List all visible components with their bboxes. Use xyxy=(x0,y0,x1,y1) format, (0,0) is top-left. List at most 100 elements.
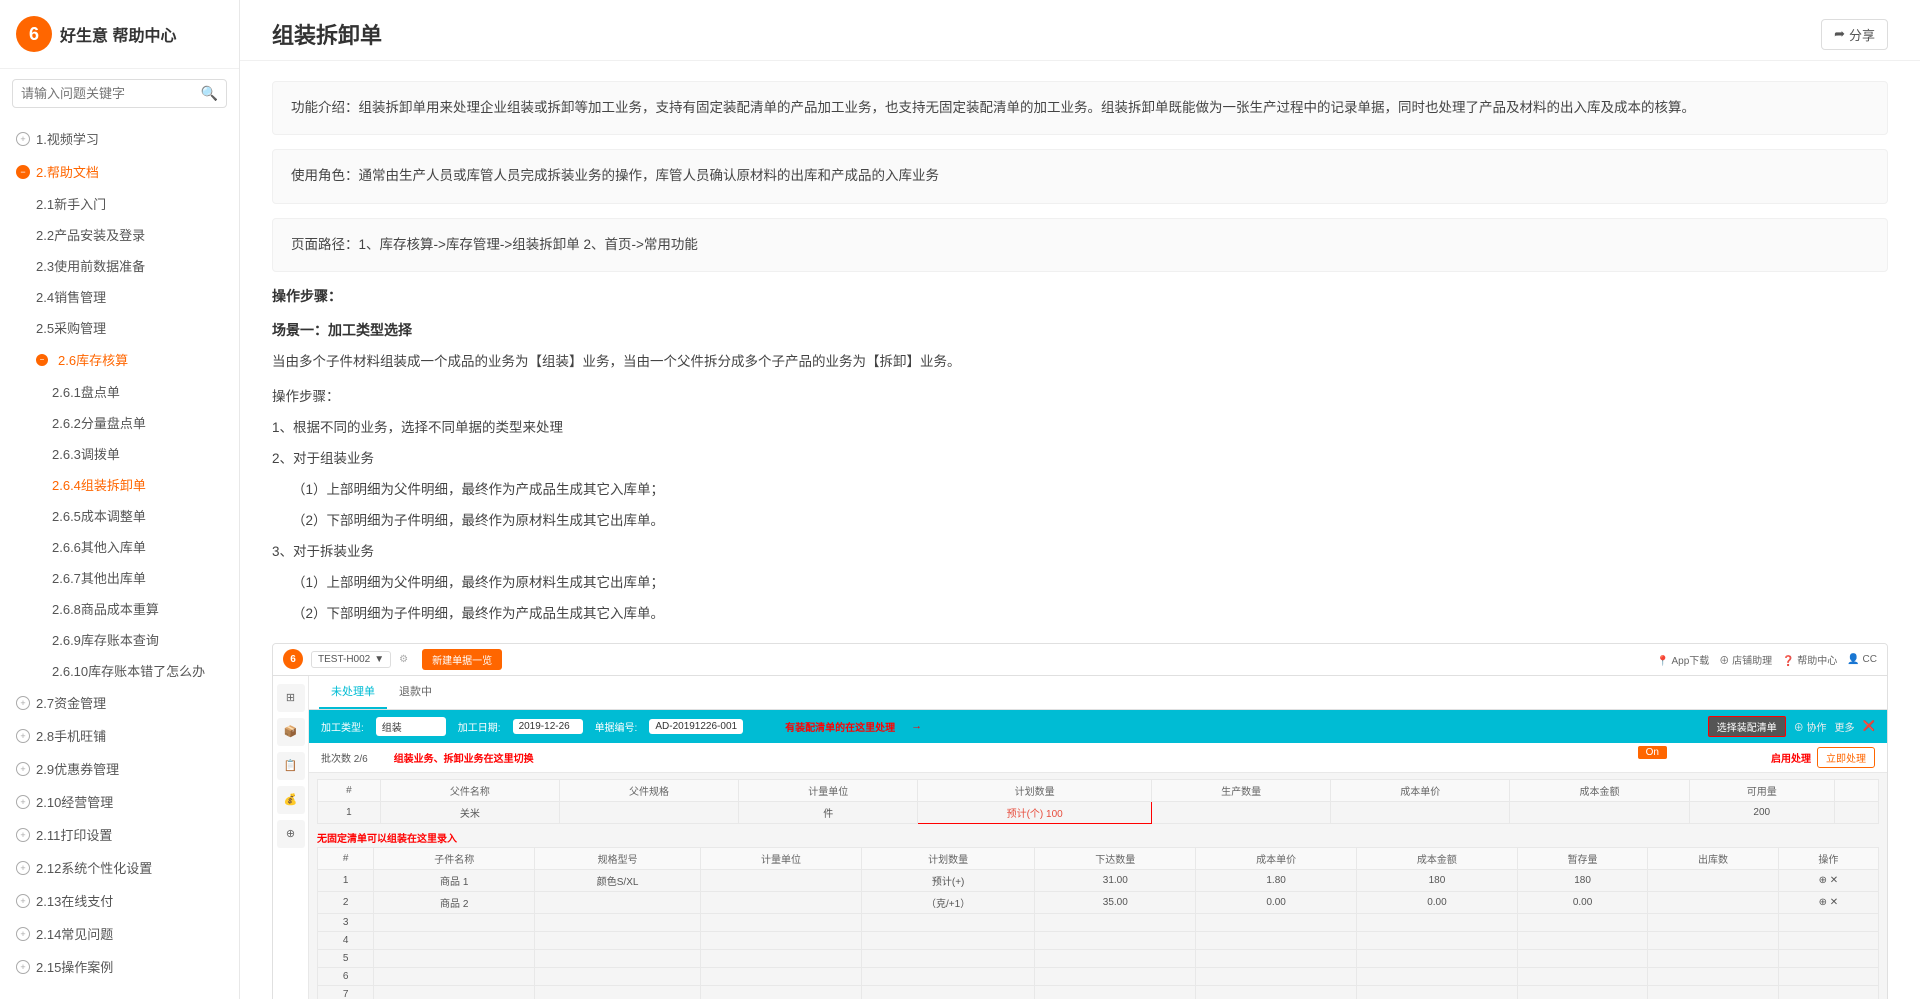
col-parent-name: 父件名称 xyxy=(380,779,559,801)
main-header: 组装拆卸单 ➦ 分享 xyxy=(240,0,1920,61)
table-row: 3 xyxy=(318,913,1879,931)
right-controls: 启用处理 立即处理 xyxy=(1771,747,1875,768)
search-box[interactable]: 🔍 xyxy=(12,79,227,108)
sidebar-item-2-15[interactable]: + 2.15操作案例 xyxy=(0,950,239,983)
app-tab-unprocessed[interactable]: 未处理单 xyxy=(319,675,387,709)
cell-b-num: 1 xyxy=(318,869,374,891)
sidebar-item-2-11[interactable]: + 2.11打印设置 xyxy=(0,818,239,851)
annotation-has-bom: 有装配清单的在这里处理 xyxy=(785,719,895,734)
search-button[interactable]: 🔍 xyxy=(201,85,218,102)
sidebar-item-2-6-10[interactable]: 2.6.10库存账本错了怎么办 xyxy=(0,655,239,686)
form-input-dan[interactable]: AD-20191226-001 xyxy=(649,719,743,734)
sidebar-item-2-13[interactable]: + 2.13在线支付 xyxy=(0,884,239,917)
sidebar-item-2-6-4[interactable]: 2.6.4组装拆卸单 xyxy=(0,469,239,500)
sidebar-item-2-2[interactable]: 2.2产品安装及登录 xyxy=(0,219,239,250)
sidebar-item-docs[interactable]: − 2.帮助文档 xyxy=(0,155,239,188)
sidebar-item-2-4[interactable]: 2.4销售管理 xyxy=(0,281,239,312)
cell-unit: 件 xyxy=(739,801,918,823)
sidebar-item-2-12[interactable]: + 2.12系统个性化设置 xyxy=(0,851,239,884)
intro-text-1: 功能介绍：组装拆卸单用来处理企业组装或拆卸等加工业务，支持有固定装配清单的产品加… xyxy=(291,100,1695,115)
sidebar-item-2-7[interactable]: + 2.7资金管理 xyxy=(0,686,239,719)
sidebar-item-2-3[interactable]: 2.3使用前数据准备 xyxy=(0,250,239,281)
share-icon: ➦ xyxy=(1834,26,1845,42)
sidebar-item-2-6-2[interactable]: 2.6.2分量盘点单 xyxy=(0,407,239,438)
cell-child-op-2: ⊕ ✕ xyxy=(1778,891,1878,913)
cell-child-issued-1: 31.00 xyxy=(1035,869,1196,891)
plus-icon-2-8: + xyxy=(16,729,30,743)
col-child-op: 操作 xyxy=(1778,847,1878,869)
breadcrumb-text: 页面路径：1、库存核算->库存管理->组装拆卸单 2、首页->常用功能 xyxy=(291,237,698,252)
col-child-cost-p: 成本单价 xyxy=(1196,847,1357,869)
cell-child-ca-1: 180 xyxy=(1357,869,1518,891)
search-input[interactable] xyxy=(21,86,201,101)
cell-parent-name: 关米 xyxy=(380,801,559,823)
cell-child-spec-1: 颜色S/XL xyxy=(535,869,701,891)
minus-icon-2: − xyxy=(36,354,48,366)
sidebar-item-label-2-14: 2.14常见问题 xyxy=(36,924,113,943)
intro-text-2: 使用角色：通常由生产人员或库管人员完成拆装业务的操作，库管人员确认原材料的出库和… xyxy=(291,168,939,183)
sidebar-item-2-6-9[interactable]: 2.6.9库存账本查询 xyxy=(0,624,239,655)
app-topbar-icons: 📍 App下载 ⊕ 店铺助理 ❓ 帮助中心 👤 CC xyxy=(1657,652,1877,667)
sidebar-item-2-14[interactable]: + 2.14常见问题 xyxy=(0,917,239,950)
sidebar-item-label-2-12: 2.12系统个性化设置 xyxy=(36,858,152,877)
form-bar-right: 选择装配清单 ⊕ 协作 更多 ❌ xyxy=(1708,716,1875,737)
top-table: # 父件名称 父件规格 计量单位 计划数量 生产数量 成本单价 成本金额 可用量 xyxy=(317,779,1879,824)
sidebar-item-2-6[interactable]: − 2.6库存核算 xyxy=(0,343,239,376)
share-label: 分享 xyxy=(1849,25,1875,44)
plus-icon-2-12: + xyxy=(16,861,30,875)
sidebar-item-2-6-8[interactable]: 2.6.8商品成本重算 xyxy=(0,593,239,624)
cell-child-plan-2: （克/+1） xyxy=(861,891,1035,913)
sidebar-item-video[interactable]: + 1.视频学习 xyxy=(0,122,239,155)
company-id: TEST-H002 xyxy=(318,654,370,665)
sidebar-item-2-6-3[interactable]: 2.6.3调拨单 xyxy=(0,438,239,469)
app-topbar-logo: 6 xyxy=(283,649,303,669)
select-bom-btn[interactable]: 选择装配清单 xyxy=(1708,716,1786,737)
app-tab-refunding[interactable]: 退款中 xyxy=(387,675,444,709)
app-sidebar: ⊞ 📦 📋 💰 ⊕ xyxy=(273,676,309,999)
plus-icon-2-13: + xyxy=(16,894,30,908)
share-button[interactable]: ➦ 分享 xyxy=(1821,19,1888,50)
sidebar-item-2-6-1[interactable]: 2.6.1盘点单 xyxy=(0,376,239,407)
annotation-type-switch: 组装业务、拆卸业务在这里切换 xyxy=(394,750,534,765)
form-input-date[interactable]: 2019-12-26 xyxy=(513,719,583,734)
sidebar-item-2-8[interactable]: + 2.8手机旺铺 xyxy=(0,719,239,752)
sidebar-item-2-6-7[interactable]: 2.6.7其他出库单 xyxy=(0,562,239,593)
app-body: ⊞ 📦 📋 💰 ⊕ 未处理单 退款中 xyxy=(273,676,1887,999)
col-child-name: 子件名称 xyxy=(374,847,535,869)
cell-child-stock-2: 0.00 xyxy=(1517,891,1647,913)
step-3-2: （2）下部明细为子件明细，最终作为产成品生成其它入库单。 xyxy=(272,600,1888,627)
sidebar-item-2-6-5[interactable]: 2.6.5成本调整单 xyxy=(0,500,239,531)
cell-cost-a xyxy=(1510,801,1689,823)
step-3: 3、对于拆装业务 xyxy=(272,538,1888,565)
cell-child-name-2: 商品 2 xyxy=(374,891,535,913)
sidebar-item-label-2-8: 2.8手机旺铺 xyxy=(36,726,106,745)
col-child-unit: 计量单位 xyxy=(701,847,862,869)
plus-icon-2-14: + xyxy=(16,927,30,941)
form-input-type[interactable]: 组装 xyxy=(376,717,446,736)
col-plan-qty: 计划数量 xyxy=(918,779,1152,801)
cell-avail: 200 xyxy=(1689,801,1834,823)
app-topbar: 6 TEST-H002 ▼ ⚙ 新建单据一览 📍 App下载 ⊕ 店铺助理 ❓ … xyxy=(273,644,1887,676)
sidebar-item-2-10[interactable]: + 2.10经营管理 xyxy=(0,785,239,818)
plus-icon-2-7: + xyxy=(16,696,30,710)
sidebar-item-label-2-6: 2.6库存核算 xyxy=(58,350,128,369)
col-child-out: 出库数 xyxy=(1648,847,1778,869)
screenshot-container: 6 TEST-H002 ▼ ⚙ 新建单据一览 📍 App下载 ⊕ 店铺助理 ❓ … xyxy=(272,643,1888,999)
topbar-new-btn[interactable]: 新建单据一览 xyxy=(422,649,502,670)
topbar-icon-c: ❌ xyxy=(1863,721,1875,732)
col-child-issued: 下达数量 xyxy=(1035,847,1196,869)
form-label-dan: 单据编号: xyxy=(595,719,638,734)
top-table-container: # 父件名称 父件规格 计量单位 计划数量 生产数量 成本单价 成本金额 可用量 xyxy=(317,779,1879,824)
sidebar-item-label: 1.视频学习 xyxy=(36,129,99,148)
topbar-icon-2: ⊕ 店铺助理 xyxy=(1719,652,1772,667)
sidebar-item-2-6-6[interactable]: 2.6.6其他入库单 xyxy=(0,531,239,562)
sidebar-item-2-5[interactable]: 2.5采购管理 xyxy=(0,312,239,343)
arrow-bom: → xyxy=(911,720,922,732)
col-child-plan: 计划数量 xyxy=(861,847,1035,869)
sidebar-item-label-2-10: 2.10经营管理 xyxy=(36,792,113,811)
step-1: 1、根据不同的业务，选择不同单据的类型来处理 xyxy=(272,414,1888,441)
sidebar-item-2-9[interactable]: + 2.9优惠券管理 xyxy=(0,752,239,785)
form-label-date: 加工日期: xyxy=(458,719,501,734)
sidebar-item-2-1[interactable]: 2.1新手入门 xyxy=(0,188,239,219)
btn-enable[interactable]: 立即处理 xyxy=(1817,747,1875,768)
